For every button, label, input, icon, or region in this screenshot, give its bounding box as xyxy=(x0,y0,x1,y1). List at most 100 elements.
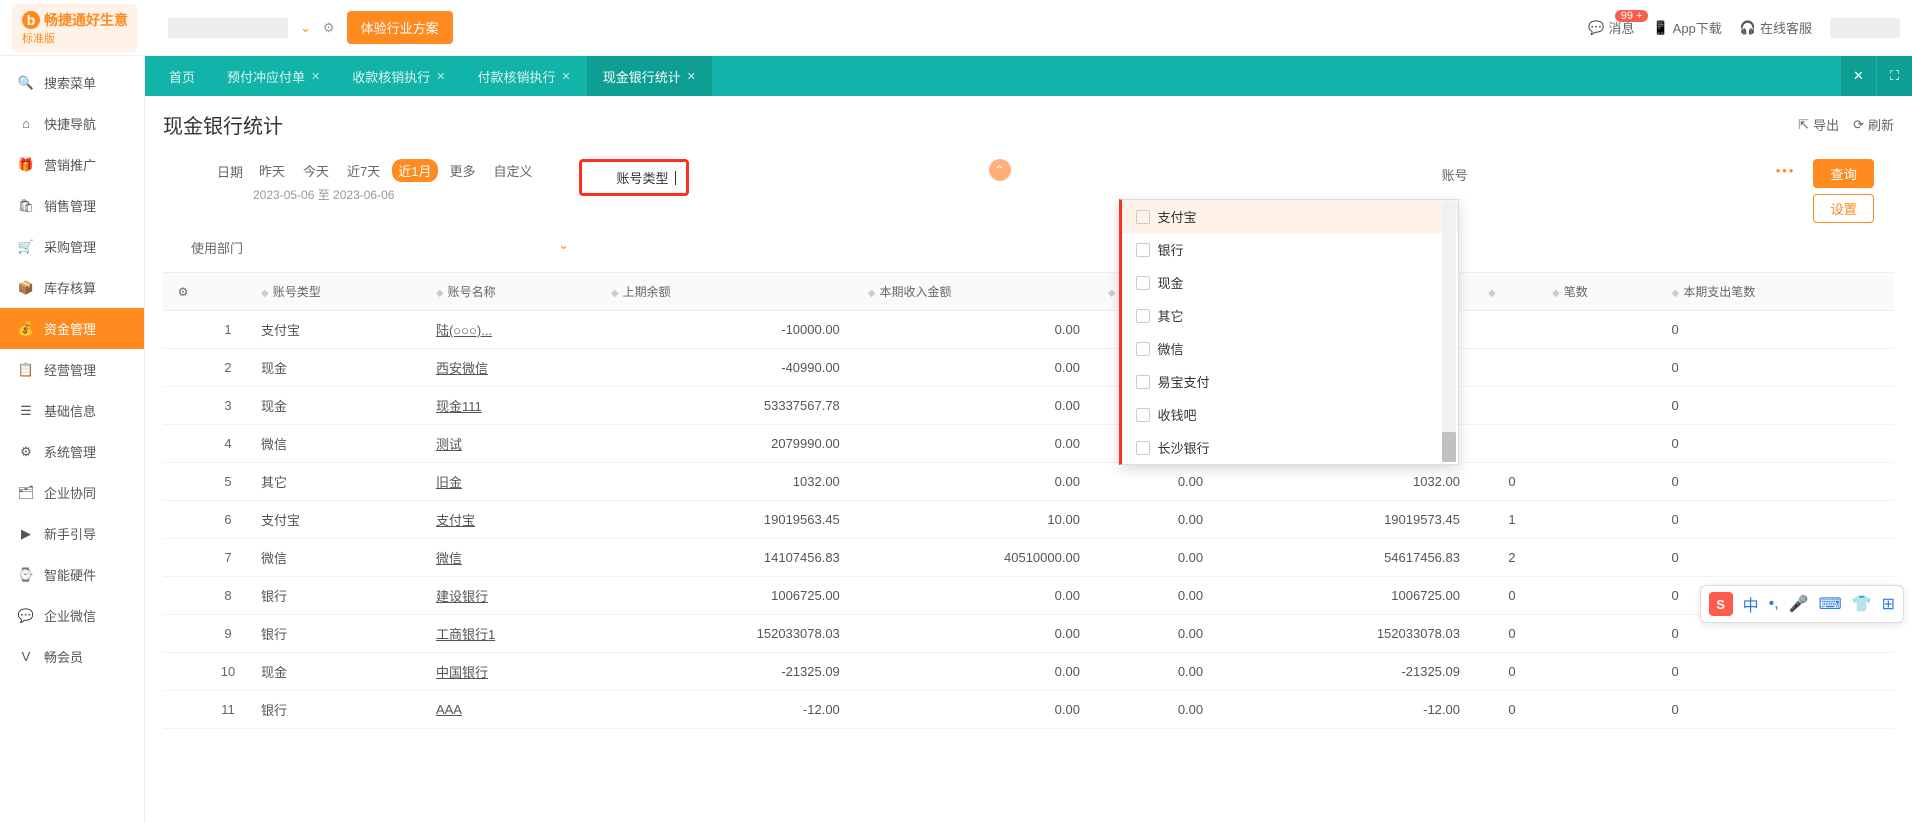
ime-lang-icon[interactable]: 中 xyxy=(1743,592,1759,616)
account-name-link[interactable]: 现金111 xyxy=(436,399,482,414)
ime-punct-icon[interactable]: •, xyxy=(1769,595,1779,613)
account-name-link[interactable]: 微信 xyxy=(436,551,462,566)
sort-icon[interactable]: ◆ xyxy=(261,288,269,299)
date-option-4[interactable]: 更多 xyxy=(444,159,482,182)
account-name-link[interactable]: AAA xyxy=(436,702,462,717)
dropdown-option-0[interactable]: 支付宝 xyxy=(1122,200,1458,233)
more-dots-button[interactable]: ••• xyxy=(1768,159,1804,182)
table-row[interactable]: 4 微信 测试 2079990.00 0.00 0 xyxy=(163,425,1894,463)
ime-toolbar[interactable]: S 中 •, 🎤 ⌨ 👕 ⊞ xyxy=(1700,585,1904,623)
sidebar-item-0[interactable]: 🔍搜索菜单 xyxy=(0,62,144,103)
app-download-link[interactable]: 📱 App下载 xyxy=(1652,18,1721,37)
sidebar-item-5[interactable]: 📦库存核算 xyxy=(0,267,144,308)
account-name-link[interactable]: 西安微信 xyxy=(436,361,488,376)
date-option-2[interactable]: 近7天 xyxy=(341,159,386,182)
table-row[interactable]: 5 其它 旧金 1032.00 0.00 0.00 1032.00 0 0 xyxy=(163,463,1894,501)
tab-3[interactable]: 付款核销执行✕ xyxy=(461,56,586,96)
account-name-link[interactable]: 工商银行1 xyxy=(436,627,495,642)
ime-toolbox-icon[interactable]: ⊞ xyxy=(1882,594,1895,614)
online-service-link[interactable]: 🎧 在线客服 xyxy=(1740,18,1812,37)
table-row[interactable]: 6 支付宝 支付宝 19019563.45 10.00 0.00 1901957… xyxy=(163,501,1894,539)
account-name-link[interactable]: 测试 xyxy=(436,437,462,452)
tab-close-icon[interactable]: ✕ xyxy=(562,70,571,83)
account-name-link[interactable]: 陆(○○○)... xyxy=(436,323,492,338)
company-dropdown-icon[interactable]: ⌄ xyxy=(300,20,311,36)
sidebar-item-10[interactable]: 🗂企业协同 xyxy=(0,472,144,513)
sort-icon[interactable]: ◆ xyxy=(1672,288,1680,299)
checkbox-icon[interactable] xyxy=(1136,375,1150,389)
date-option-3[interactable]: 近1月 xyxy=(392,159,437,182)
sidebar-item-8[interactable]: ☰基础信息 xyxy=(0,390,144,431)
account-name-link[interactable]: 支付宝 xyxy=(436,513,475,528)
table-row[interactable]: 1 支付宝 陆(○○○)... -10000.00 0.00 0 xyxy=(163,311,1894,349)
account-name-link[interactable]: 旧金 xyxy=(436,475,462,490)
account-type-select[interactable]: 账号类型 xyxy=(579,159,689,196)
sort-icon[interactable]: ◆ xyxy=(611,288,619,299)
gear-icon[interactable]: ⚙ xyxy=(178,285,189,299)
table-row[interactable]: 7 微信 微信 14107456.83 40510000.00 0.00 546… xyxy=(163,539,1894,577)
sidebar-item-9[interactable]: ⚙系统管理 xyxy=(0,431,144,472)
checkbox-icon[interactable] xyxy=(1136,342,1150,356)
dropdown-option-3[interactable]: 其它 xyxy=(1122,299,1458,332)
ime-mic-icon[interactable]: 🎤 xyxy=(1789,594,1809,614)
tab-0[interactable]: 首页 xyxy=(153,56,211,96)
table-header-2[interactable]: ◆账号类型 xyxy=(253,273,428,311)
account-type-collapse-icon[interactable]: ⌃ xyxy=(989,159,1011,181)
tab-expand-button[interactable]: ⛶ xyxy=(1876,56,1912,96)
tab-close-icon[interactable]: ✕ xyxy=(687,70,696,83)
sidebar-item-2[interactable]: 🎁营销推广 xyxy=(0,144,144,185)
checkbox-icon[interactable] xyxy=(1136,408,1150,422)
checkbox-icon[interactable] xyxy=(1136,441,1150,455)
table-header-1[interactable] xyxy=(203,273,253,311)
table-row[interactable]: 8 银行 建设银行 1006725.00 0.00 0.00 1006725.0… xyxy=(163,577,1894,615)
table-row[interactable]: 10 现金 中国银行 -21325.09 0.00 0.00 -21325.09… xyxy=(163,653,1894,691)
tab-close-icon[interactable]: ✕ xyxy=(436,70,445,83)
checkbox-icon[interactable] xyxy=(1136,276,1150,290)
table-header-4[interactable]: ◆上期余额 xyxy=(603,273,860,311)
sort-icon[interactable]: ◆ xyxy=(1108,288,1116,299)
sort-icon[interactable]: ◆ xyxy=(1488,288,1496,299)
table-header-0[interactable]: ⚙ xyxy=(163,273,203,311)
sort-icon[interactable]: ◆ xyxy=(1552,288,1560,299)
sidebar-item-12[interactable]: ⌚智能硬件 xyxy=(0,554,144,595)
dropdown-option-2[interactable]: 现金 xyxy=(1122,266,1458,299)
sidebar-item-3[interactable]: 🛍销售管理 xyxy=(0,185,144,226)
sidebar-item-13[interactable]: 💬企业微信 xyxy=(0,595,144,636)
table-row[interactable]: 3 现金 现金111 53337567.78 0.00 0 xyxy=(163,387,1894,425)
tab-2[interactable]: 收款核销执行✕ xyxy=(336,56,461,96)
department-select[interactable]: ⌄ xyxy=(253,233,573,258)
table-header-5[interactable]: ◆本期收入金额 xyxy=(860,273,1100,311)
sidebar-item-4[interactable]: 🛒采购管理 xyxy=(0,226,144,267)
table-row[interactable]: 9 银行 工商银行1 152033078.03 0.00 0.00 152033… xyxy=(163,615,1894,653)
checkbox-icon[interactable] xyxy=(1136,309,1150,323)
ime-keyboard-icon[interactable]: ⌨ xyxy=(1819,594,1842,614)
account-name-link[interactable]: 建设银行 xyxy=(436,589,488,604)
date-option-1[interactable]: 今天 xyxy=(297,159,335,182)
tab-close-all-button[interactable]: ✕ xyxy=(1840,56,1876,96)
industry-plan-button[interactable]: 体验行业方案 xyxy=(347,11,453,44)
table-row[interactable]: 2 现金 西安微信 -40990.00 0.00 0 xyxy=(163,349,1894,387)
checkbox-icon[interactable] xyxy=(1136,210,1150,224)
tab-close-icon[interactable]: ✕ xyxy=(311,70,320,83)
query-button[interactable]: 查询 xyxy=(1813,159,1874,188)
date-option-5[interactable]: 自定义 xyxy=(488,159,539,182)
sidebar-item-11[interactable]: ▶新手引导 xyxy=(0,513,144,554)
export-button[interactable]: ⇱导出 xyxy=(1798,115,1839,134)
dropdown-option-7[interactable]: 长沙银行 xyxy=(1122,431,1458,464)
checkbox-icon[interactable] xyxy=(1136,243,1150,257)
dropdown-option-1[interactable]: 银行 xyxy=(1122,233,1458,266)
refresh-button[interactable]: ⟳刷新 xyxy=(1853,115,1894,134)
dropdown-option-6[interactable]: 收钱吧 xyxy=(1122,398,1458,431)
settings-icon[interactable]: ⚙ xyxy=(323,20,335,36)
dropdown-scroll-thumb[interactable] xyxy=(1442,432,1456,462)
table-header-3[interactable]: ◆账号名称 xyxy=(428,273,603,311)
sort-icon[interactable]: ◆ xyxy=(436,288,444,299)
sidebar-item-7[interactable]: 📋经营管理 xyxy=(0,349,144,390)
dropdown-scrollbar[interactable] xyxy=(1442,202,1456,462)
messages-link[interactable]: 💬 消息 99 + xyxy=(1588,18,1634,37)
sidebar-item-1[interactable]: ⌂快捷导航 xyxy=(0,103,144,144)
tab-1[interactable]: 预付冲应付单✕ xyxy=(211,56,336,96)
sidebar-item-6[interactable]: 💰资金管理 xyxy=(0,308,144,349)
table-header-8[interactable]: ◆ xyxy=(1480,273,1544,311)
dropdown-option-5[interactable]: 易宝支付 xyxy=(1122,365,1458,398)
